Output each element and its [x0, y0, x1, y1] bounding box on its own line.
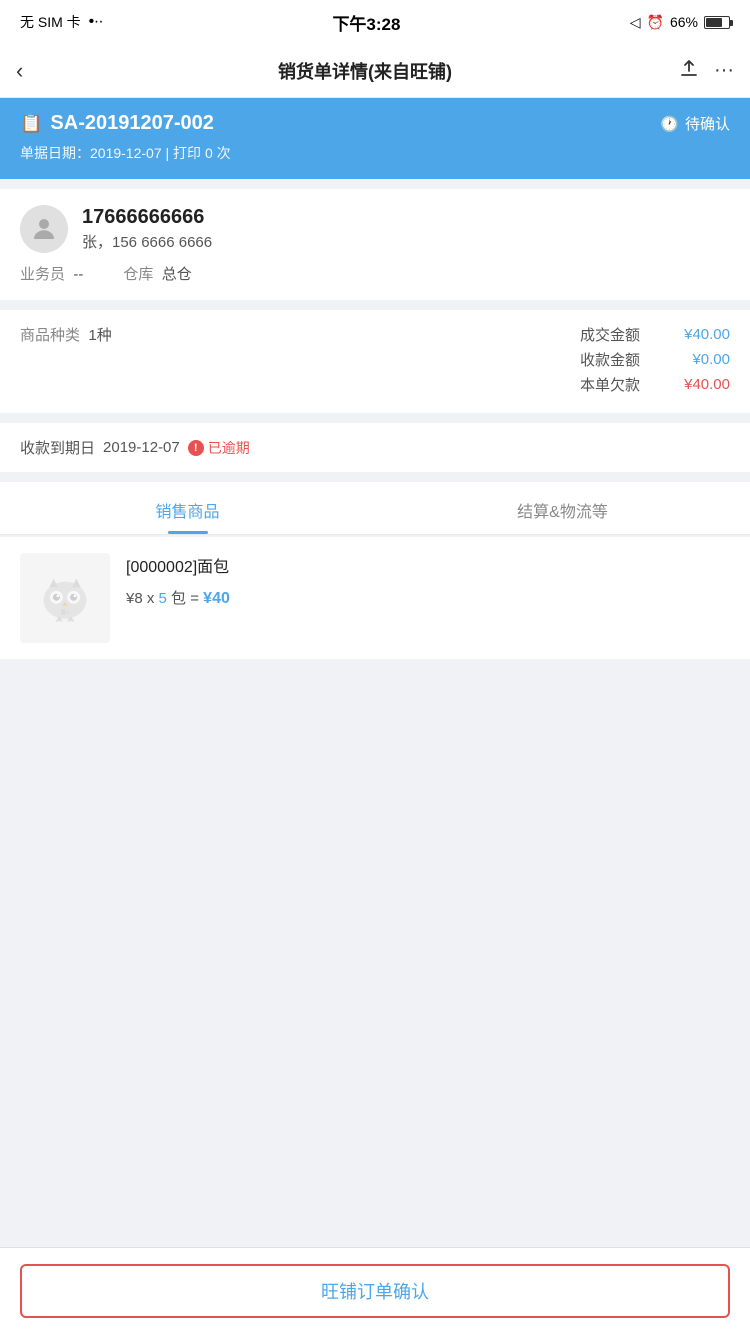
nav-bar: ‹ 销货单详情(来自旺铺) ··· [0, 44, 750, 98]
tab-products[interactable]: 销售商品 [0, 482, 375, 534]
nav-actions: ··· [678, 57, 734, 85]
back-button[interactable]: ‹ [16, 58, 52, 84]
order-status: 🕐 待确认 [660, 113, 730, 134]
header-top: 📋 SA-20191207-002 🕐 待确认 [20, 112, 730, 135]
status-right: ◁ ⏰ 66% [630, 14, 730, 31]
battery-label: 66% [670, 14, 698, 30]
customer-info: 17666666666 张，156 6666 6666 [82, 206, 212, 252]
wifi-icon: •∙∙ [89, 13, 104, 31]
product-name: [0000002]面包 [126, 553, 730, 577]
page-title: 销货单详情(来自旺铺) [52, 58, 678, 84]
product-thumbnail: 督+ [20, 553, 110, 643]
customer-meta: 业务员 -- 仓库 总仓 [20, 263, 730, 284]
status-left: 无 SIM 卡 •∙∙ [20, 12, 103, 32]
overdue-icon: ! [188, 440, 204, 456]
bottom-bar: 旺铺订单确认 [0, 1247, 750, 1334]
product-types: 商品种类 1种 [20, 324, 580, 345]
product-item: 督+ [0000002]面包 ¥8 x 5 包 = ¥40 [0, 537, 750, 659]
confirm-order-button[interactable]: 旺铺订单确认 [20, 1264, 730, 1318]
alarm-icon: ⏰ [647, 14, 664, 31]
status-clock-icon: 🕐 [660, 115, 679, 133]
customer-phone: 17666666666 [82, 206, 212, 229]
overdue-badge: ! 已逾期 [188, 438, 250, 458]
collected-amount-row: 收款金额 ¥0.00 [580, 349, 730, 370]
status-time: 下午3:28 [332, 10, 400, 35]
order-id: 📋 SA-20191207-002 [20, 112, 214, 135]
due-date-card: 收款到期日 2019-12-07 ! 已逾期 [0, 423, 750, 472]
more-button[interactable]: ··· [714, 59, 734, 82]
empty-space [0, 659, 750, 859]
tabs-container: 销售商品 结算&物流等 [0, 482, 750, 535]
customer-card: 17666666666 张，156 6666 6666 业务员 -- 仓库 总仓 [0, 189, 750, 300]
warehouse-info: 仓库 总仓 [123, 263, 191, 284]
sales-info: 业务员 -- [20, 263, 83, 284]
customer-name: 张，156 6666 6666 [82, 231, 212, 252]
location-icon: ◁ [630, 14, 641, 31]
customer-top: 17666666666 张，156 6666 6666 [20, 205, 730, 253]
header-card: 📋 SA-20191207-002 🕐 待确认 单据日期：2019-12-07 … [0, 98, 750, 179]
battery-icon [704, 16, 730, 29]
status-bar: 无 SIM 卡 •∙∙ 下午3:28 ◁ ⏰ 66% [0, 0, 750, 44]
product-info: [0000002]面包 ¥8 x 5 包 = ¥40 [126, 553, 730, 608]
export-button[interactable] [678, 57, 700, 85]
deal-amount-row: 成交金额 ¥40.00 [580, 324, 730, 345]
amounts-right: 成交金额 ¥40.00 收款金额 ¥0.00 本单欠款 ¥40.00 [580, 324, 730, 399]
sim-label: 无 SIM 卡 [20, 12, 81, 32]
order-meta: 单据日期：2019-12-07 | 打印 0 次 [20, 143, 730, 163]
amounts-card: 商品种类 1种 成交金额 ¥40.00 收款金额 ¥0.00 本单欠款 ¥40.… [0, 310, 750, 413]
product-price: ¥8 x 5 包 = ¥40 [126, 587, 730, 608]
tab-settlement[interactable]: 结算&物流等 [375, 482, 750, 534]
arrears-amount-row: 本单欠款 ¥40.00 [580, 374, 730, 395]
product-image: 督+ [35, 573, 95, 623]
avatar [20, 205, 68, 253]
